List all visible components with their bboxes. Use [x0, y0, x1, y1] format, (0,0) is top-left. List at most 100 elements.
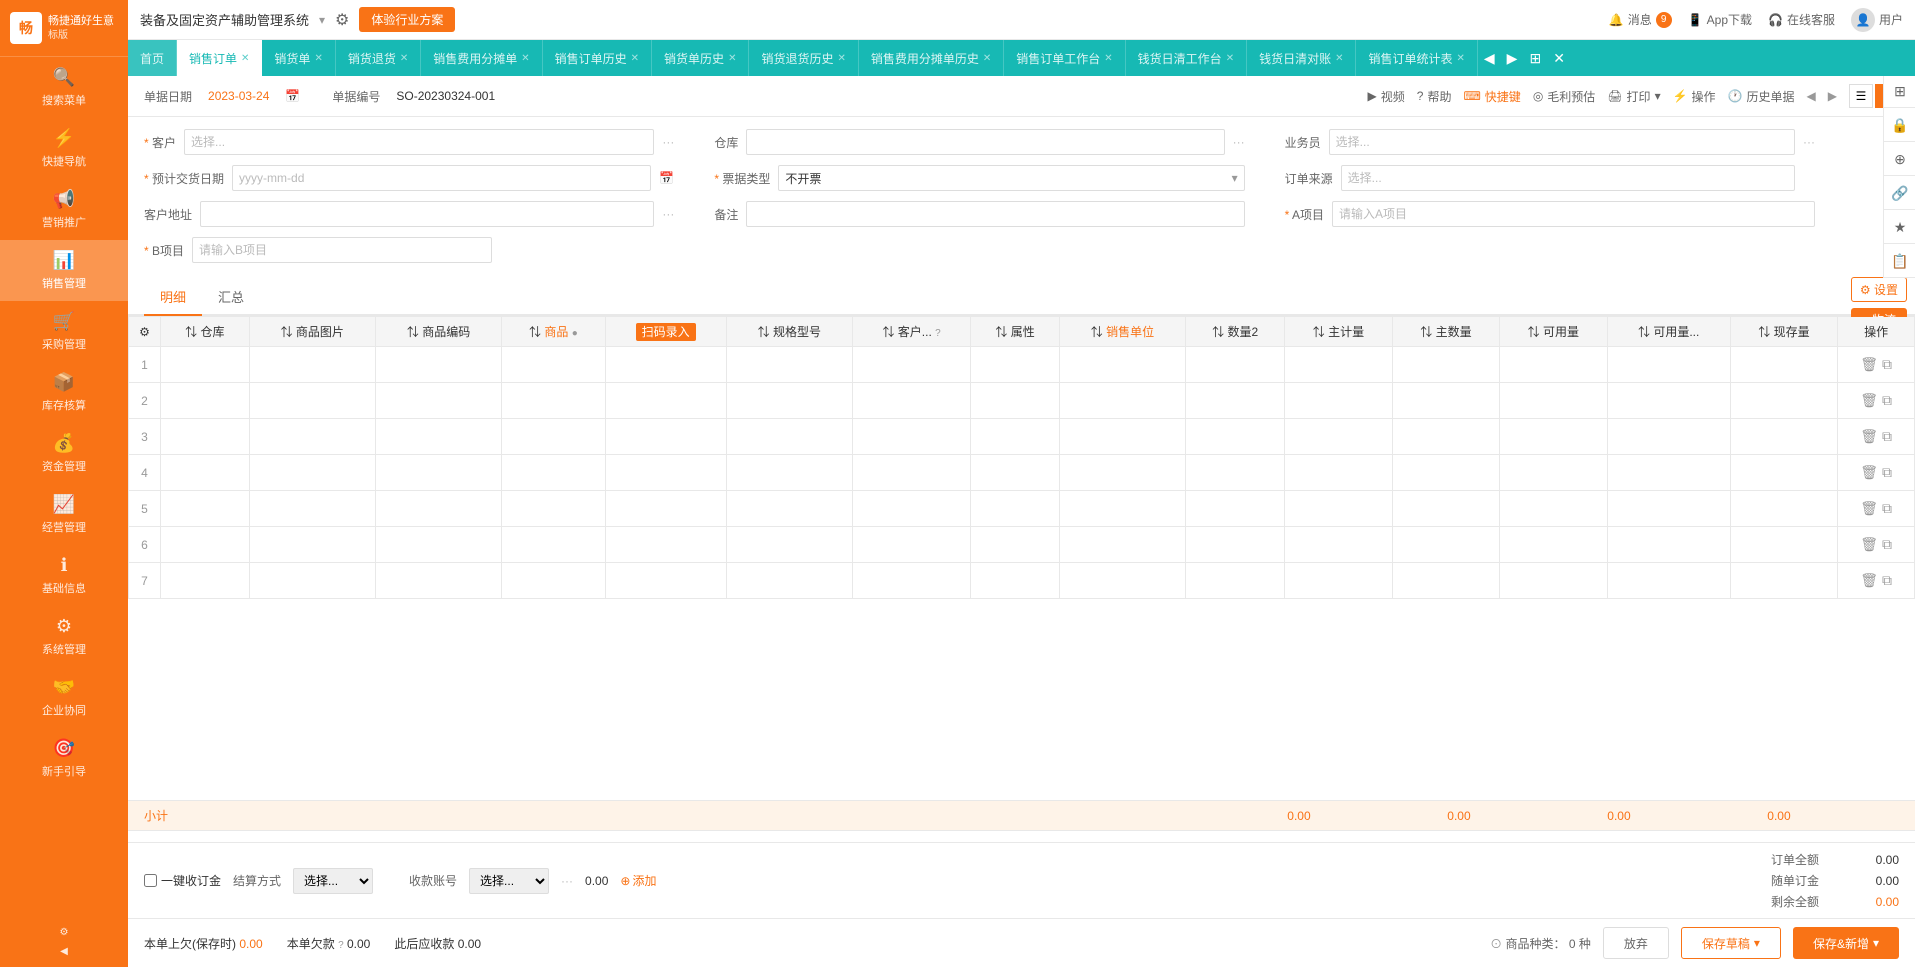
table-scrollbar[interactable]: [128, 830, 1915, 842]
settings-btn[interactable]: ⚙ 设置: [1851, 277, 1907, 302]
delivery-calendar-icon[interactable]: 📅: [659, 171, 674, 185]
delivery-input[interactable]: [232, 165, 651, 191]
sidebar-item-system[interactable]: ⚙ 系统管理: [0, 606, 128, 667]
tab-summary[interactable]: 汇总: [202, 279, 260, 316]
right-icon-6[interactable]: 📋: [1884, 246, 1915, 278]
salesperson-more-icon[interactable]: ···: [1803, 135, 1815, 149]
help-btn[interactable]: ? 帮助: [1417, 88, 1452, 105]
row-4-copy[interactable]: ⧉: [1882, 464, 1892, 481]
online-support-btn[interactable]: 🎧 在线客服: [1768, 11, 1835, 28]
account-more-icon[interactable]: ···: [561, 874, 573, 888]
col-warehouse-sort[interactable]: ⇅: [185, 325, 197, 339]
right-icon-1[interactable]: ⊞: [1884, 76, 1915, 108]
right-icon-2[interactable]: 🔒: [1884, 110, 1915, 142]
tab-fee-history[interactable]: 销售费用分摊单历史 ✕: [859, 40, 1004, 76]
sidebar-item-inventory[interactable]: 📦 库存核算: [0, 362, 128, 423]
col-code-sort[interactable]: ⇅: [407, 325, 419, 339]
tab-nav-left[interactable]: ◀: [1478, 50, 1501, 67]
tab-close-daily[interactable]: ✕: [1226, 53, 1234, 64]
row-7-copy[interactable]: ⧉: [1882, 572, 1892, 589]
layout-list-btn[interactable]: ☰: [1849, 84, 1873, 108]
user-btn[interactable]: 👤 用户: [1851, 8, 1903, 32]
right-icon-4[interactable]: 🔗: [1884, 178, 1915, 210]
one-click-deposit-checkbox[interactable]: 一键收订金: [144, 872, 221, 889]
add-payment-btn[interactable]: ⊕ 添加: [620, 872, 656, 889]
tab-return-history[interactable]: 销货退货历史 ✕: [749, 40, 858, 76]
shortcut-btn[interactable]: ⌨ 快捷键: [1463, 88, 1520, 105]
next-record[interactable]: ▶: [1828, 89, 1837, 103]
tab-sales-goods[interactable]: 销货单 ✕: [262, 40, 335, 76]
row-6-copy[interactable]: ⧉: [1882, 536, 1892, 553]
row-6-delete[interactable]: 🗑: [1860, 536, 1878, 553]
sidebar-item-guide[interactable]: 🎯 新手引导: [0, 728, 128, 789]
tab-close-history[interactable]: ✕: [631, 53, 639, 64]
salesperson-input[interactable]: [1329, 129, 1795, 155]
row-5-copy[interactable]: ⧉: [1882, 500, 1892, 517]
customer-addr-input[interactable]: [200, 201, 654, 227]
sidebar-item-sales[interactable]: 📊 销售管理: [0, 240, 128, 301]
tab-home[interactable]: 首页: [128, 40, 177, 76]
col-stock-sort[interactable]: ⇅: [1758, 325, 1770, 339]
sidebar-item-enterprise[interactable]: 🤝 企业协同: [0, 667, 128, 728]
app-download-btn[interactable]: 📱 App下载: [1688, 11, 1752, 28]
row-5-delete[interactable]: 🗑: [1860, 500, 1878, 517]
a-project-input[interactable]: [1332, 201, 1815, 227]
tab-sales-fee[interactable]: 销售费用分摊单 ✕: [421, 40, 542, 76]
row-2-delete[interactable]: 🗑: [1860, 392, 1878, 409]
tab-close-return[interactable]: ✕: [400, 53, 408, 64]
col-mainqty-sort[interactable]: ⇅: [1420, 325, 1432, 339]
tab-close-all[interactable]: ✕: [1547, 50, 1571, 67]
print-btn[interactable]: 🖨 打印 ▾: [1607, 88, 1660, 105]
tab-menu[interactable]: ⊞: [1523, 50, 1547, 67]
tab-goods-history[interactable]: 销货单历史 ✕: [652, 40, 749, 76]
prev-record[interactable]: ◀: [1807, 89, 1816, 103]
tab-close-return-history[interactable]: ✕: [837, 53, 845, 64]
top-settings-icon[interactable]: ⚙: [335, 10, 349, 30]
tab-sales-order[interactable]: 销售订单 ✕: [177, 40, 262, 76]
tab-close-reconcile[interactable]: ✕: [1335, 53, 1343, 64]
messages-btn[interactable]: 🔔 消息 9: [1609, 11, 1672, 28]
save-new-btn[interactable]: 保存&新增 ▾: [1793, 927, 1899, 959]
sidebar-item-finance[interactable]: 💰 资金管理: [0, 423, 128, 484]
tab-close-goods-history[interactable]: ✕: [728, 53, 736, 64]
right-icon-5[interactable]: ★: [1884, 212, 1915, 244]
sidebar-item-nav[interactable]: ⚡ 快捷导航: [0, 118, 128, 179]
col-avail-sort[interactable]: ⇅: [1528, 325, 1540, 339]
tab-sales-return[interactable]: 销货退货 ✕: [336, 40, 421, 76]
tab-sales-workbench[interactable]: 销售订单工作台 ✕: [1004, 40, 1125, 76]
sidebar-item-business[interactable]: 📈 经营管理: [0, 484, 128, 545]
col-qty2-sort[interactable]: ⇅: [1212, 325, 1224, 339]
row-3-delete[interactable]: 🗑: [1860, 428, 1878, 445]
customer-input[interactable]: [184, 129, 654, 155]
sidebar-collapse[interactable]: ◀: [60, 946, 68, 957]
tab-detail[interactable]: 明细: [144, 279, 202, 316]
tab-reconcile[interactable]: 钱货日清对账 ✕: [1247, 40, 1356, 76]
warehouse-more-icon[interactable]: ···: [1233, 135, 1245, 149]
tab-daily-clear[interactable]: 钱货日清工作台 ✕: [1126, 40, 1247, 76]
tab-close-sales-order[interactable]: ✕: [241, 53, 249, 64]
save-draft-btn[interactable]: 保存草稿 ▾: [1681, 927, 1781, 959]
col-product-sort[interactable]: ⇅: [529, 325, 541, 339]
col-customer-sort[interactable]: ⇅: [882, 325, 894, 339]
account-select[interactable]: 选择...: [469, 868, 549, 894]
sidebar-item-marketing[interactable]: 📢 营销推广: [0, 179, 128, 240]
tab-nav-right[interactable]: ▶: [1501, 50, 1524, 67]
col-avail2-sort[interactable]: ⇅: [1638, 325, 1650, 339]
one-click-checkbox[interactable]: [144, 874, 157, 887]
row-1-delete[interactable]: 🗑: [1860, 356, 1878, 373]
row-7-delete[interactable]: 🗑: [1860, 572, 1878, 589]
tab-close-fee[interactable]: ✕: [521, 53, 529, 64]
order-source-input[interactable]: [1341, 165, 1795, 191]
discard-btn[interactable]: 放弃: [1603, 927, 1669, 959]
history-btn[interactable]: 🕐 历史单据: [1728, 88, 1795, 105]
notes-input[interactable]: [746, 201, 1244, 227]
customer-addr-more-icon[interactable]: ···: [662, 207, 674, 221]
tab-close-workbench[interactable]: ✕: [1104, 53, 1112, 64]
ticket-dropdown-icon[interactable]: ▾: [1232, 171, 1238, 185]
industry-btn[interactable]: 体验行业方案: [359, 7, 455, 32]
col-attr-sort[interactable]: ⇅: [995, 325, 1007, 339]
row-2-copy[interactable]: ⧉: [1882, 392, 1892, 409]
operate-btn[interactable]: ⚡ 操作: [1673, 88, 1716, 105]
tab-close-goods[interactable]: ✕: [314, 53, 322, 64]
warehouse-input[interactable]: 成品库: [746, 129, 1224, 155]
